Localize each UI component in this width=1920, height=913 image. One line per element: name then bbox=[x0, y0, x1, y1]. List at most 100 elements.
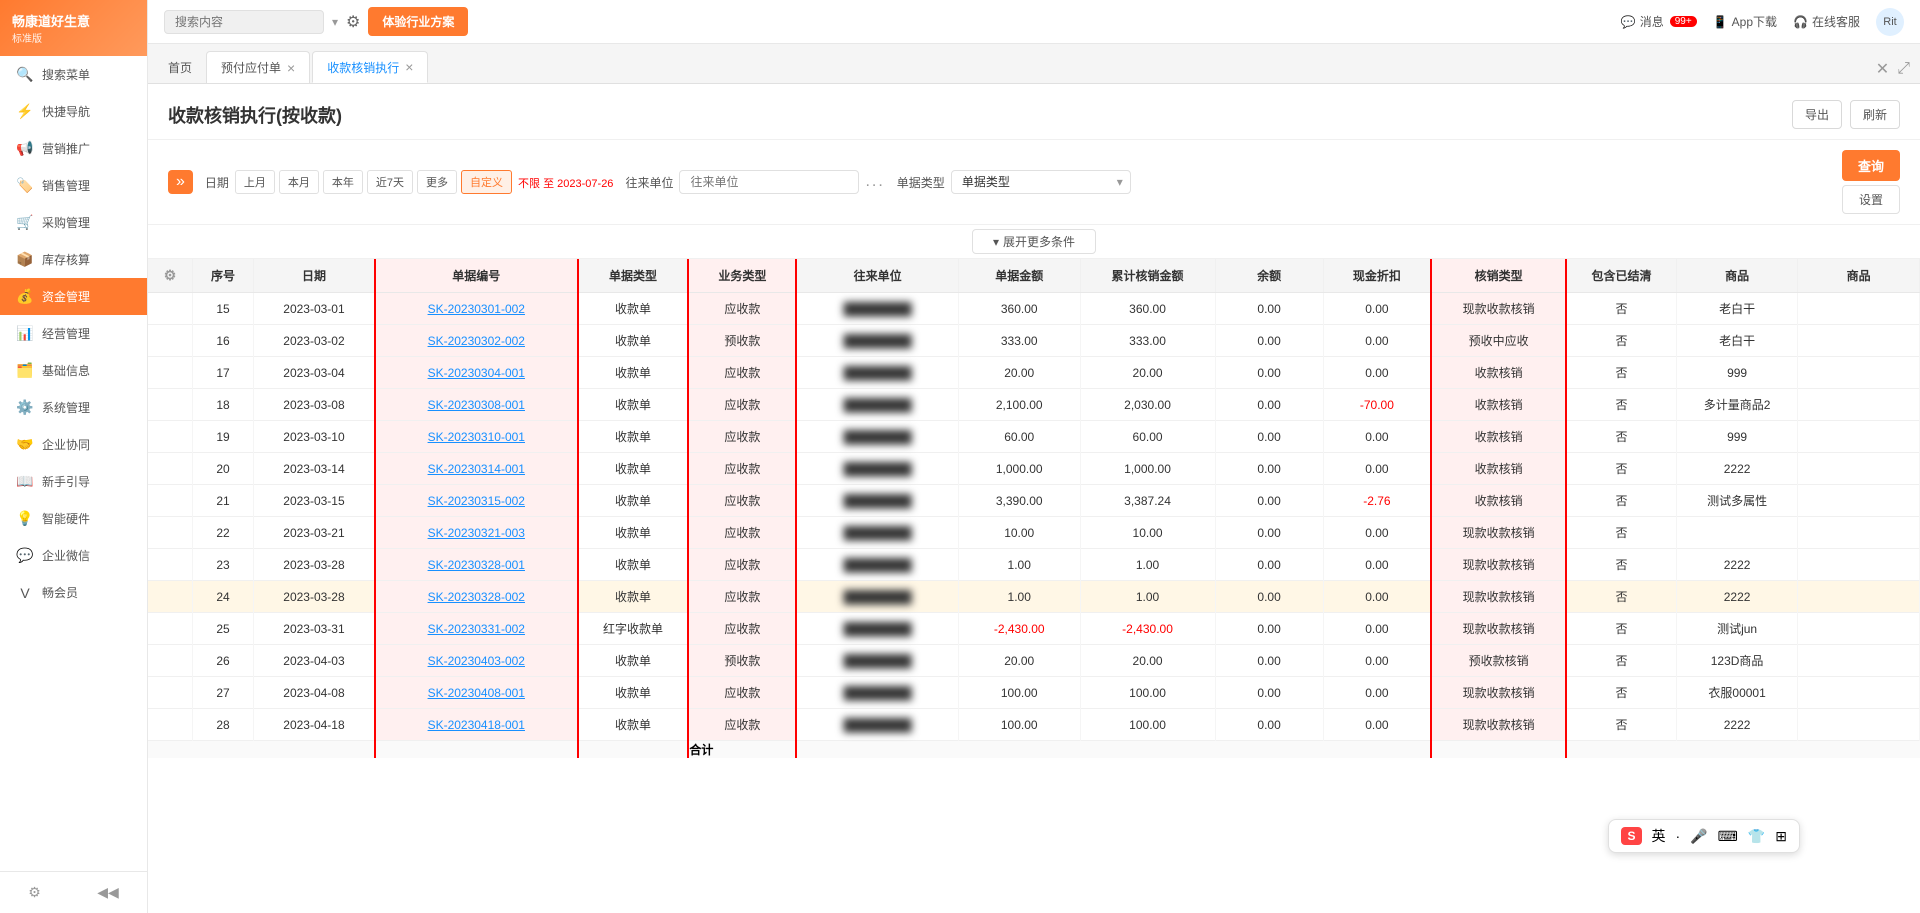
row-docno[interactable]: SK-20230408-001 bbox=[375, 677, 578, 709]
sidebar: 畅康道好生意 标准版 🔍搜索菜单⚡快捷导航📢营销推广🏷️销售管理🛒采购管理📦库存… bbox=[0, 0, 148, 913]
app-download-item[interactable]: 📱 App下载 bbox=[1713, 13, 1777, 30]
topbar-chevron-icon[interactable]: ▾ bbox=[332, 15, 338, 29]
row-goods2 bbox=[1798, 549, 1920, 581]
nav-label-5: 库存核算 bbox=[42, 251, 90, 268]
row-party: ████████ bbox=[796, 357, 958, 389]
collapse-icon[interactable]: ◀◀ bbox=[89, 880, 127, 905]
nav-label-3: 销售管理 bbox=[42, 177, 90, 194]
sidebar-item-13[interactable]: 💬企业微信 bbox=[0, 537, 147, 574]
sidebar-item-7[interactable]: 📊经营管理 bbox=[0, 315, 147, 352]
topbar-search-input[interactable] bbox=[164, 10, 324, 34]
float-bar-shirt-icon[interactable]: 👕 bbox=[1748, 828, 1765, 845]
col-discount-header: 现金折扣 bbox=[1323, 259, 1431, 293]
row-party: ████████ bbox=[796, 325, 958, 357]
row-docno[interactable]: SK-20230315-002 bbox=[375, 485, 578, 517]
doctype-filter-select[interactable]: 单据类型 bbox=[951, 170, 1131, 194]
sidebar-item-8[interactable]: 🗂️基础信息 bbox=[0, 352, 147, 389]
row-docno[interactable]: SK-20230308-001 bbox=[375, 389, 578, 421]
this-year-btn[interactable]: 本年 bbox=[323, 170, 363, 194]
sidebar-item-6[interactable]: 💰资金管理 bbox=[0, 278, 147, 315]
online-service-item[interactable]: 🎧 在线客服 bbox=[1793, 13, 1860, 30]
more-date-btn[interactable]: 更多 bbox=[417, 170, 457, 194]
query-button[interactable]: 查询 bbox=[1842, 150, 1900, 181]
sidebar-item-4[interactable]: 🛒采购管理 bbox=[0, 204, 147, 241]
row-docno[interactable]: SK-20230403-002 bbox=[375, 645, 578, 677]
row-party: ████████ bbox=[796, 645, 958, 677]
sidebar-item-12[interactable]: 💡智能硬件 bbox=[0, 500, 147, 537]
settings-bottom-icon[interactable]: ⚙ bbox=[20, 880, 49, 905]
row-docno[interactable]: SK-20230314-001 bbox=[375, 453, 578, 485]
col-goods-header: 商品 bbox=[1676, 259, 1798, 293]
party-filter-input[interactable] bbox=[679, 170, 859, 194]
row-cum: 1.00 bbox=[1080, 549, 1215, 581]
tab-collection-close[interactable]: × bbox=[405, 59, 413, 75]
row-party: ████████ bbox=[796, 709, 958, 741]
sidebar-item-2[interactable]: 📢营销推广 bbox=[0, 130, 147, 167]
row-docno[interactable]: SK-20230301-002 bbox=[375, 293, 578, 325]
user-avatar-item[interactable]: Rit bbox=[1876, 8, 1904, 36]
sidebar-item-14[interactable]: V畅会员 bbox=[0, 574, 147, 611]
row-balance: 0.00 bbox=[1215, 645, 1323, 677]
nav-icon-7: 📊 bbox=[16, 325, 34, 342]
row-docno[interactable]: SK-20230418-001 bbox=[375, 709, 578, 741]
messages-item[interactable]: 💬 消息 99+ bbox=[1621, 13, 1697, 30]
row-discount: 0.00 bbox=[1323, 581, 1431, 613]
col-docno-header: 单据编号 bbox=[375, 259, 578, 293]
refresh-button[interactable]: 刷新 bbox=[1850, 100, 1900, 129]
row-vertype: 收款核销 bbox=[1431, 357, 1566, 389]
expand-more-row: ▾ 展开更多条件 bbox=[148, 225, 1920, 259]
col-party-header: 往来单位 bbox=[796, 259, 958, 293]
party-ellipsis[interactable]: ... bbox=[865, 173, 884, 191]
sidebar-item-0[interactable]: 🔍搜索菜单 bbox=[0, 56, 147, 93]
row-doctype: 收款单 bbox=[578, 293, 689, 325]
row-docno[interactable]: SK-20230321-003 bbox=[375, 517, 578, 549]
float-bar-icon2[interactable]: · bbox=[1676, 828, 1681, 844]
row-docno[interactable]: SK-20230331-002 bbox=[375, 613, 578, 645]
expand-more-button[interactable]: ▾ 展开更多条件 bbox=[972, 229, 1096, 254]
last-month-btn[interactable]: 上月 bbox=[235, 170, 275, 194]
sidebar-item-11[interactable]: 📖新手引导 bbox=[0, 463, 147, 500]
float-bar-grid-icon[interactable]: ⊞ bbox=[1775, 828, 1787, 845]
nav-label-8: 基础信息 bbox=[42, 362, 90, 379]
tab-prepay-label: 预付应付单 bbox=[221, 59, 281, 76]
float-bar-mic-icon[interactable]: 🎤 bbox=[1690, 828, 1707, 845]
row-docno[interactable]: SK-20230310-001 bbox=[375, 421, 578, 453]
sidebar-item-1[interactable]: ⚡快捷导航 bbox=[0, 93, 147, 130]
last-7days-btn[interactable]: 近7天 bbox=[367, 170, 413, 194]
sidebar-item-9[interactable]: ⚙️系统管理 bbox=[0, 389, 147, 426]
row-no: 26 bbox=[193, 645, 254, 677]
row-doctype: 收款单 bbox=[578, 421, 689, 453]
this-month-btn[interactable]: 本月 bbox=[279, 170, 319, 194]
row-discount: 0.00 bbox=[1323, 613, 1431, 645]
party-filter-label: 往来单位 bbox=[625, 174, 673, 191]
filter-expand-button[interactable]: » bbox=[168, 170, 193, 194]
col-settings-icon[interactable]: ⚙ bbox=[148, 259, 193, 293]
total-vertype bbox=[1431, 741, 1566, 759]
row-docno[interactable]: SK-20230328-001 bbox=[375, 549, 578, 581]
row-discount: 0.00 bbox=[1323, 709, 1431, 741]
tab-home[interactable]: 首页 bbox=[156, 51, 204, 83]
row-amount: 1,000.00 bbox=[958, 453, 1080, 485]
sidebar-item-10[interactable]: 🤝企业协同 bbox=[0, 426, 147, 463]
tab-prepay[interactable]: 预付应付单 × bbox=[206, 51, 310, 83]
maximize-icon[interactable]: ⤢ bbox=[1897, 60, 1910, 78]
tab-prepay-close[interactable]: × bbox=[287, 60, 295, 76]
industry-solution-button[interactable]: 体验行业方案 bbox=[368, 7, 468, 36]
row-settled: 否 bbox=[1566, 517, 1676, 549]
close-tab-icon[interactable]: ✕ bbox=[1876, 59, 1889, 79]
topbar-gear-icon[interactable]: ⚙ bbox=[346, 12, 360, 32]
sidebar-item-5[interactable]: 📦库存核算 bbox=[0, 241, 147, 278]
table-row: 20 2023-03-14 SK-20230314-001 收款单 应收款 ██… bbox=[148, 453, 1920, 485]
online-service-label: 在线客服 bbox=[1812, 13, 1860, 30]
row-docno[interactable]: SK-20230328-002 bbox=[375, 581, 578, 613]
row-docno[interactable]: SK-20230302-002 bbox=[375, 325, 578, 357]
sidebar-item-3[interactable]: 🏷️销售管理 bbox=[0, 167, 147, 204]
row-docno[interactable]: SK-20230304-001 bbox=[375, 357, 578, 389]
custom-date-btn[interactable]: 自定义 bbox=[461, 170, 512, 194]
total-label bbox=[148, 741, 375, 759]
float-bar-icon1[interactable]: 英 bbox=[1652, 826, 1666, 846]
filter-settings-button[interactable]: 设置 bbox=[1842, 185, 1900, 214]
tab-collection[interactable]: 收款核销执行 × bbox=[312, 51, 428, 83]
float-bar-keyboard-icon[interactable]: ⌨ bbox=[1718, 828, 1738, 845]
export-button[interactable]: 导出 bbox=[1792, 100, 1842, 129]
